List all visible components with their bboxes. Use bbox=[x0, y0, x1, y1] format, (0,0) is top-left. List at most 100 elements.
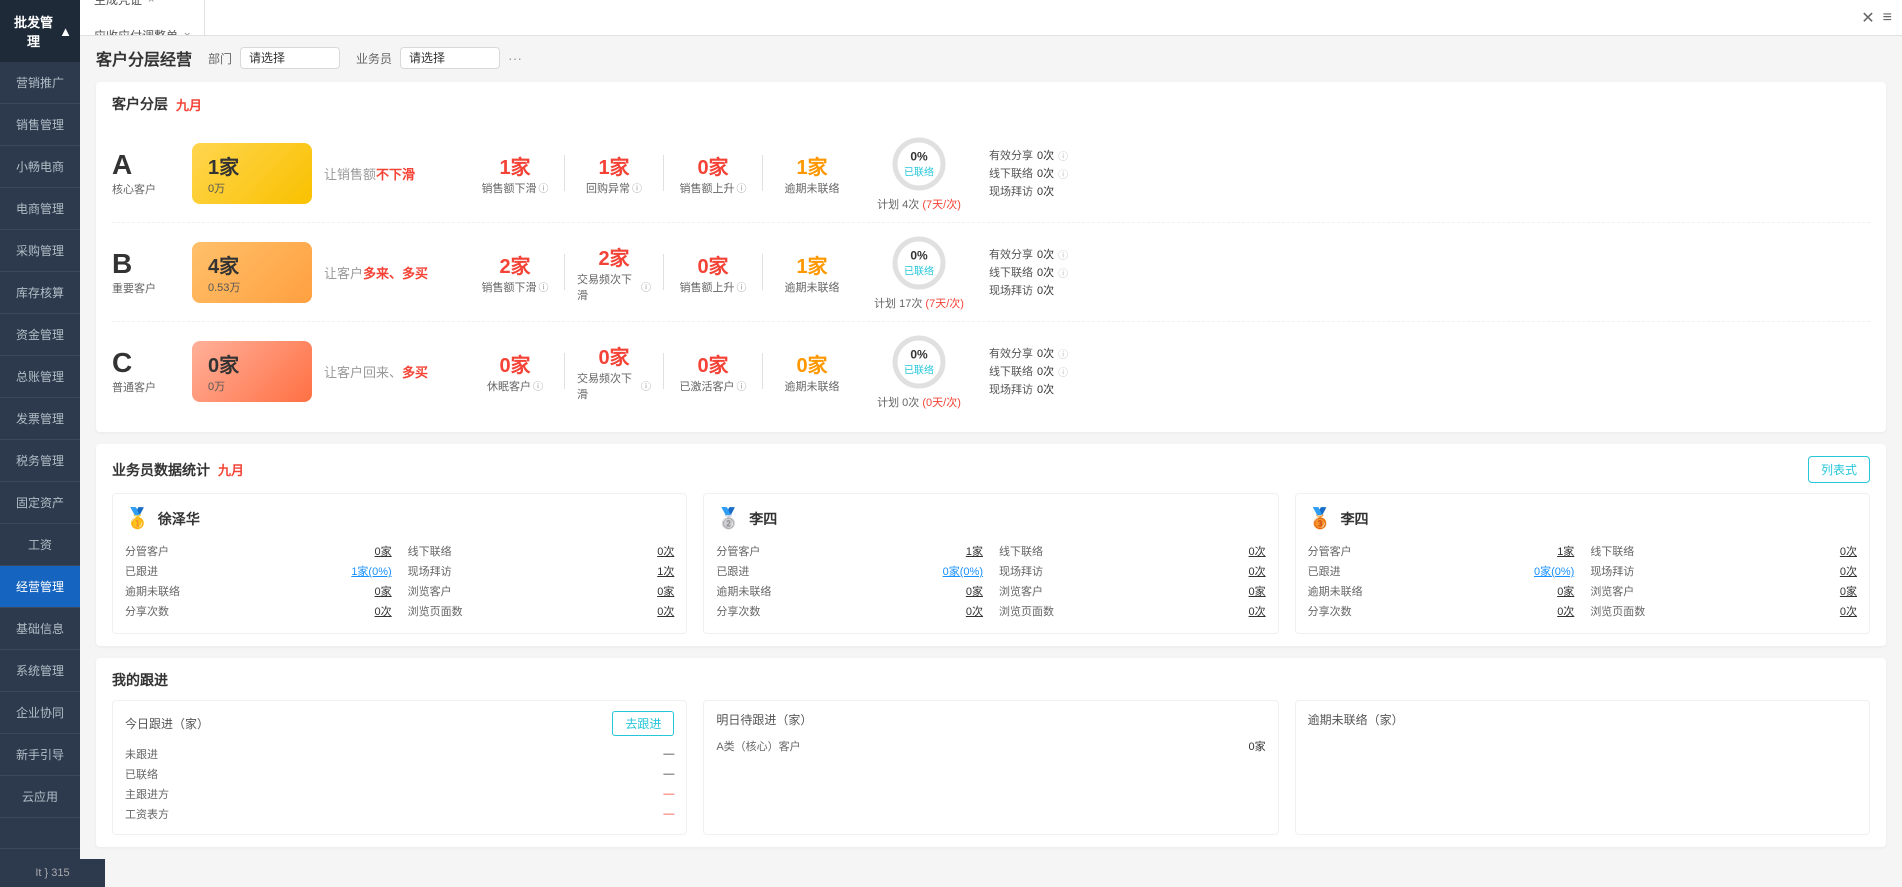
staff-stat-val-left-0-1[interactable]: 1家(0%) bbox=[351, 563, 391, 579]
sidebar-item-16[interactable]: 新手引导 bbox=[0, 734, 80, 776]
tier-stat-label-A-3: 逾期未联络 bbox=[785, 180, 840, 196]
staff-select[interactable]: 请选择 bbox=[400, 47, 500, 69]
follow-btn-0[interactable]: 去跟进 bbox=[612, 711, 674, 736]
sidebar-item-10[interactable]: 固定资产 bbox=[0, 482, 80, 524]
staff-stat-val-right-1-2: 0家 bbox=[1249, 583, 1266, 599]
tier-label-B: B 重要客户 bbox=[112, 248, 192, 296]
tier-aside-label-A-0: 有效分享 bbox=[989, 147, 1033, 163]
staff-stat-left-0-0: 分管客户 0家 bbox=[125, 541, 392, 561]
tab-4[interactable]: 生成凭证× bbox=[80, 0, 205, 18]
tier-aside-item-B-0: 有效分享 0次 ⓘ bbox=[989, 246, 1068, 262]
follow-grid: 今日跟进（家） 去跟进 未跟进 — 已联络 — 主跟进方 — 工资表方 — 明日… bbox=[112, 700, 1870, 835]
tier-aside-info-B-0[interactable]: ⓘ bbox=[1058, 247, 1068, 262]
sidebar-item-13[interactable]: 基础信息 bbox=[0, 608, 80, 650]
sidebar-header[interactable]: 批发管理 ▲ bbox=[0, 0, 80, 62]
tier-aside-info-C-1[interactable]: ⓘ bbox=[1058, 364, 1068, 379]
follow-row-label-0-1: 已联络 bbox=[125, 766, 158, 782]
sidebar-item-6[interactable]: 资金管理 bbox=[0, 314, 80, 356]
info-icon[interactable]: ⓘ bbox=[539, 180, 549, 195]
sidebar-item-15[interactable]: 企业协同 bbox=[0, 692, 80, 734]
filter-more-icon[interactable]: ··· bbox=[508, 50, 522, 66]
tabbar-close-all[interactable]: ✕ bbox=[1861, 8, 1874, 28]
circle-plan-link-B[interactable]: (7天/次) bbox=[925, 298, 964, 310]
tier-count-C[interactable]: 0家 0万 bbox=[192, 341, 312, 402]
tier-count-B[interactable]: 4家 0.53万 bbox=[192, 242, 312, 303]
tier-aside-info-C-0[interactable]: ⓘ bbox=[1058, 346, 1068, 361]
tier-aside-info-A-0[interactable]: ⓘ bbox=[1058, 148, 1068, 163]
sidebar-item-17[interactable]: 云应用 bbox=[0, 776, 80, 818]
tier-row-B: B 重要客户 4家 0.53万 让客户多来、多买 2家 销售额下滑ⓘ 2家 交易… bbox=[112, 223, 1870, 322]
info-icon[interactable]: ⓘ bbox=[737, 180, 747, 195]
tabbar-menu[interactable]: ≡ bbox=[1883, 9, 1892, 27]
list-view-button[interactable]: 列表式 bbox=[1808, 456, 1870, 483]
tier-row-A: A 核心客户 1家 0万 让销售额不下滑 1家 销售额下滑ⓘ 1家 回购异常ⓘ bbox=[112, 124, 1870, 223]
sidebar-item-14[interactable]: 系统管理 bbox=[0, 650, 80, 692]
circle-pct-B: 0% bbox=[904, 249, 934, 263]
follow-row-0-2: 主跟进方 — bbox=[125, 784, 674, 804]
info-icon[interactable]: ⓘ bbox=[737, 378, 747, 393]
tier-count-A[interactable]: 1家 0万 bbox=[192, 143, 312, 204]
staff-stat-val-right-0-2: 0家 bbox=[657, 583, 674, 599]
circle-pct-A: 0% bbox=[904, 150, 934, 164]
tier-aside-info-B-1[interactable]: ⓘ bbox=[1058, 265, 1068, 280]
circle-plan-link-C[interactable]: (0天/次) bbox=[922, 397, 961, 409]
sidebar-item-8[interactable]: 发票管理 bbox=[0, 398, 80, 440]
info-icon[interactable]: ⓘ bbox=[641, 279, 651, 294]
sidebar-item-4[interactable]: 采购管理 bbox=[0, 230, 80, 272]
sidebar-item-9[interactable]: 税务管理 bbox=[0, 440, 80, 482]
circle-block-B: 0% 已联络 计划 17次 (7天/次) bbox=[869, 233, 969, 311]
follow-block-0: 今日跟进（家） 去跟进 未跟进 — 已联络 — 主跟进方 — 工资表方 — bbox=[112, 700, 687, 835]
staff-stat-label-right-2-1: 现场拜访 bbox=[1590, 563, 1634, 579]
tier-aside-info-A-1[interactable]: ⓘ bbox=[1058, 166, 1068, 181]
staff-stat-val-left-1-1[interactable]: 0家(0%) bbox=[943, 563, 983, 579]
tier-aside-num-B-2: 0次 bbox=[1037, 282, 1054, 298]
sidebar-item-7[interactable]: 总账管理 bbox=[0, 356, 80, 398]
tier-slogan-A: 让销售额不下滑 bbox=[324, 164, 454, 183]
sidebar-item-11[interactable]: 工资 bbox=[0, 524, 80, 566]
staff-stat-label-left-2-2: 逾期未联络 bbox=[1308, 583, 1363, 599]
staff-stats-left-0: 分管客户 0家 已跟进 1家(0%) 逾期未联络 0家 分享次数 0次 bbox=[125, 541, 392, 621]
tier-row-C: C 普通客户 0家 0万 让客户回来、多买 0家 休眠客户ⓘ 0家 交易频次下滑… bbox=[112, 322, 1870, 420]
staff-stat-left-1-3: 分享次数 0次 bbox=[716, 601, 983, 621]
dept-select[interactable]: 请选择 bbox=[240, 47, 340, 69]
staff-header-1: 🥈 李四 bbox=[716, 506, 1265, 531]
sidebar-item-3[interactable]: 电商管理 bbox=[0, 188, 80, 230]
staff-stat-label-left-2-0: 分管客户 bbox=[1308, 543, 1352, 559]
staff-stats-2: 分管客户 1家 已跟进 0家(0%) 逾期未联络 0家 分享次数 0次 线下联络… bbox=[1308, 541, 1857, 621]
staff-stat-label-left-1-3: 分享次数 bbox=[716, 603, 760, 619]
follow-title: 我的跟进 bbox=[112, 670, 1870, 690]
sidebar-item-1[interactable]: 销售管理 bbox=[0, 104, 80, 146]
follow-block-title-text-0: 今日跟进（家） bbox=[125, 715, 209, 732]
staff-stat-val-right-0-3: 0次 bbox=[657, 603, 674, 619]
sidebar-item-2[interactable]: 小畅电商 bbox=[0, 146, 80, 188]
tier-divider-C-1 bbox=[564, 353, 565, 389]
info-icon[interactable]: ⓘ bbox=[632, 180, 642, 195]
staff-stat-val-left-2-1[interactable]: 0家(0%) bbox=[1534, 563, 1574, 579]
tier-aside-A: 有效分享 0次 ⓘ 线下联络 0次 ⓘ 现场拜访 0次 bbox=[989, 147, 1068, 199]
info-icon[interactable]: ⓘ bbox=[737, 279, 747, 294]
tier-aside-item-C-0: 有效分享 0次 ⓘ bbox=[989, 345, 1068, 361]
staff-stat-val-right-0-1: 1次 bbox=[657, 563, 674, 579]
sidebar-item-0[interactable]: 营销推广 bbox=[0, 62, 80, 104]
staff-avatar-0: 🥇 bbox=[125, 506, 150, 531]
info-icon[interactable]: ⓘ bbox=[539, 279, 549, 294]
staff-name-1: 李四 bbox=[749, 509, 777, 529]
tier-stat-label-A-2: 销售额上升ⓘ bbox=[680, 180, 747, 196]
info-icon[interactable]: ⓘ bbox=[641, 378, 651, 393]
staff-stat-label-left-1-0: 分管客户 bbox=[716, 543, 760, 559]
info-icon[interactable]: ⓘ bbox=[533, 378, 543, 393]
tier-divider-C-2 bbox=[663, 353, 664, 389]
tab-5[interactable]: 应收应付调整单× bbox=[80, 18, 205, 37]
follow-block-title-0: 今日跟进（家） 去跟进 bbox=[125, 711, 674, 736]
tab-close-4[interactable]: × bbox=[148, 0, 154, 6]
tabs: 首页门店商品目录×销货单×店铺管理×生成凭证×应收应付调整单×工资表×工资统计报… bbox=[80, 0, 205, 36]
tier-letter-C: C bbox=[112, 347, 192, 379]
tier-count-num-B: 4家 bbox=[208, 250, 296, 279]
sidebar-item-5[interactable]: 库存核算 bbox=[0, 272, 80, 314]
staff-stat-val-right-2-2: 0家 bbox=[1840, 583, 1857, 599]
sidebar-item-12[interactable]: 经营管理 bbox=[0, 566, 80, 608]
tier-stat-A-0: 1家 销售额下滑ⓘ bbox=[470, 151, 560, 196]
staff-header-2: 🥉 李四 bbox=[1308, 506, 1857, 531]
sidebar-toggle-icon[interactable]: ▲ bbox=[59, 24, 72, 39]
circle-plan-link-A[interactable]: (7天/次) bbox=[922, 199, 961, 211]
